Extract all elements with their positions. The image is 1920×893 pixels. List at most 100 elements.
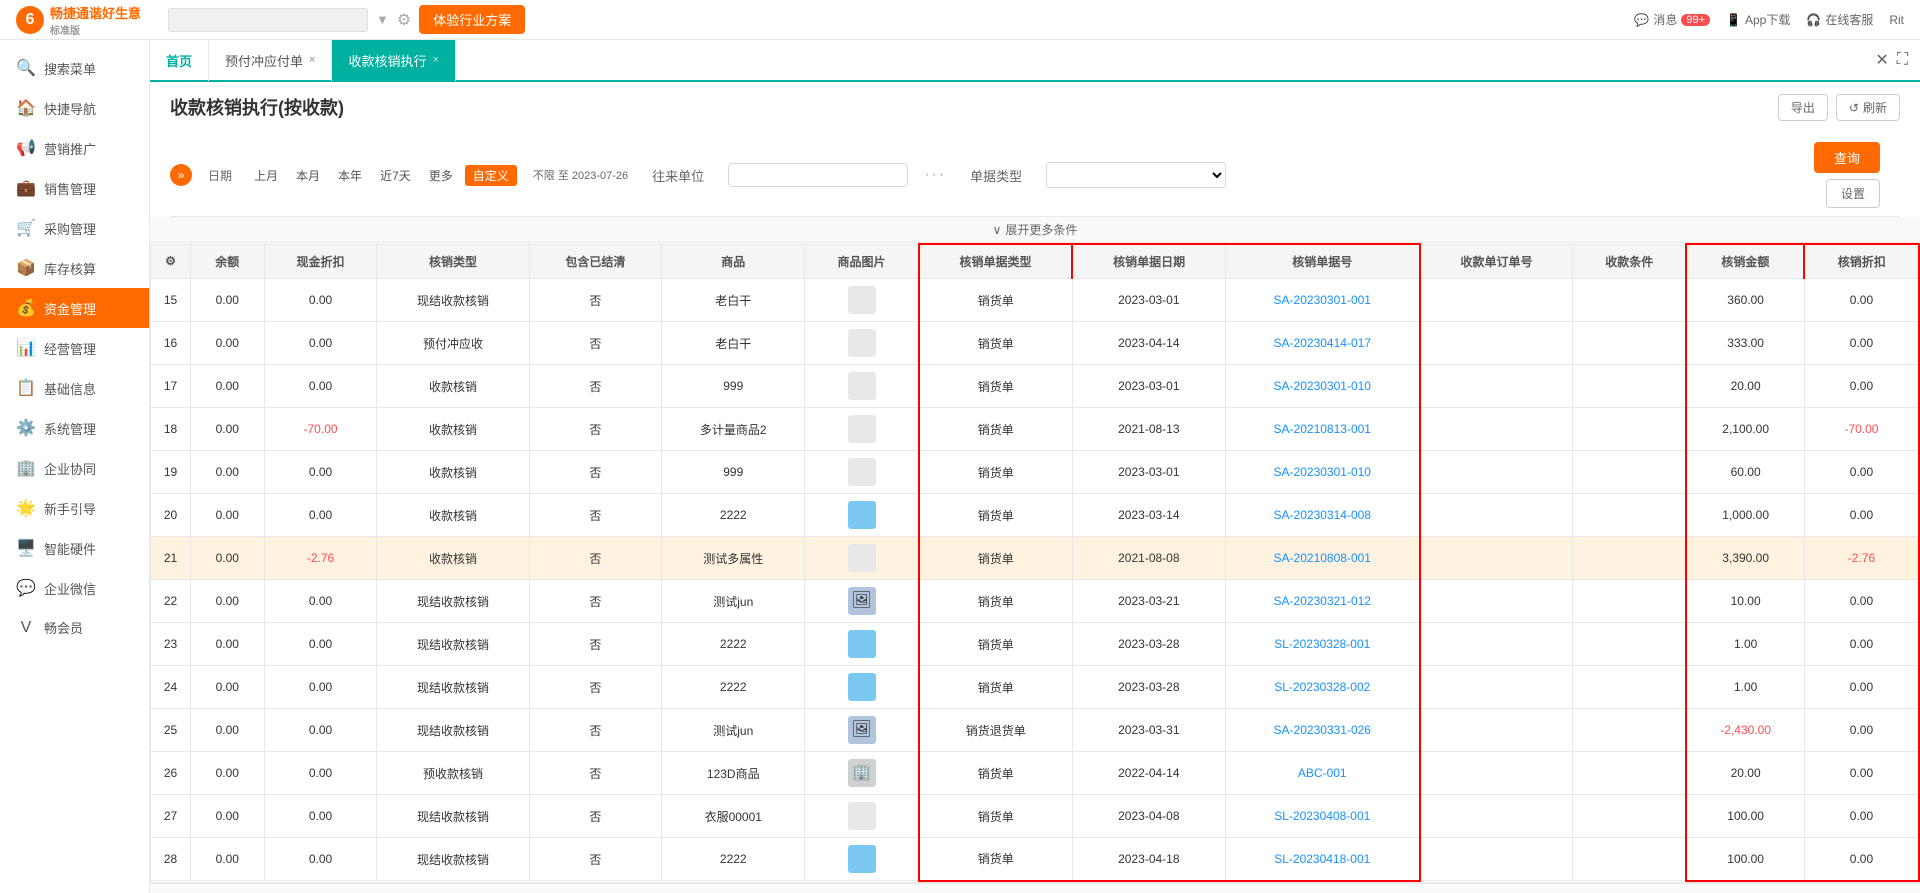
wo-no-link[interactable]: SA-20230301-010: [1274, 379, 1371, 393]
cell-wo-no[interactable]: SA-20230314-008: [1225, 494, 1419, 537]
wo-no-link[interactable]: SA-20230321-012: [1274, 594, 1371, 608]
counterpart-input[interactable]: [728, 163, 908, 187]
cell-wo-no[interactable]: SA-20230301-010: [1225, 451, 1419, 494]
building-icon: 🏢: [16, 458, 36, 478]
wo-no-link[interactable]: SA-20230301-010: [1274, 465, 1371, 479]
tab-home[interactable]: 首页: [150, 40, 209, 81]
headset-icon: 🎧: [1806, 13, 1821, 27]
wo-no-link[interactable]: SL-20230328-001: [1274, 637, 1370, 651]
date-this-year-btn[interactable]: 本年: [332, 165, 368, 186]
cell-wo-no[interactable]: SA-20230301-010: [1225, 365, 1419, 408]
sidebar-item-quick-nav[interactable]: 🏠 快捷导航: [0, 88, 149, 128]
cell-wo-discount: 0.00: [1804, 279, 1919, 322]
online-service-btn[interactable]: 🎧 在线客服: [1806, 11, 1873, 28]
wo-no-link[interactable]: SL-20230408-001: [1274, 809, 1370, 823]
cell-write-off-type: 预收款核销: [377, 752, 529, 795]
sidebar-item-base-info[interactable]: 📋 基础信息: [0, 368, 149, 408]
cell-no: 27: [151, 795, 191, 838]
tab-receivable-close[interactable]: ×: [432, 54, 438, 66]
cell-cash-discount: 0.00: [264, 451, 377, 494]
cell-wo-no[interactable]: SA-20230331-026: [1225, 709, 1419, 752]
sidebar-item-sales[interactable]: 💼 销售管理: [0, 168, 149, 208]
cell-wo-no[interactable]: SA-20210813-001: [1225, 408, 1419, 451]
cell-wo-no[interactable]: SA-20230321-012: [1225, 580, 1419, 623]
solution-btn[interactable]: 体验行业方案: [419, 5, 525, 34]
wo-no-link[interactable]: SA-20210813-001: [1274, 422, 1371, 436]
refresh-btn[interactable]: ↺ 刷新: [1836, 94, 1900, 121]
cell-receipt-cond: [1573, 365, 1687, 408]
cell-wo-no[interactable]: SA-20230301-001: [1225, 279, 1419, 322]
top-bar-right: 💬 消息 99+ 📱 App下载 🎧 在线客服 Rit: [1634, 11, 1904, 28]
cell-wo-no[interactable]: SA-20230414-017: [1225, 322, 1419, 365]
cell-receipt-order-no: [1420, 279, 1573, 322]
wo-no-link[interactable]: ABC-001: [1298, 766, 1347, 780]
cell-wo-no[interactable]: SL-20230328-001: [1225, 623, 1419, 666]
refresh-icon: ↺: [1849, 101, 1859, 115]
wo-no-link[interactable]: SA-20230301-001: [1274, 293, 1371, 307]
cell-wo-no[interactable]: ABC-001: [1225, 752, 1419, 795]
th-wo-discount: 核销折扣: [1804, 244, 1919, 279]
filter-expand-btn[interactable]: »: [170, 164, 192, 186]
dropdown-arrow[interactable]: ▼: [376, 12, 389, 27]
cell-product-img: [805, 838, 919, 881]
sidebar-item-purchase[interactable]: 🛒 采购管理: [0, 208, 149, 248]
setting-btn[interactable]: 设置: [1826, 179, 1880, 208]
cell-balance: 0.00: [191, 752, 265, 795]
th-settings[interactable]: ⚙: [151, 244, 191, 279]
wo-no-link[interactable]: SA-20230414-017: [1274, 336, 1371, 350]
cell-wo-date: 2021-08-13: [1072, 408, 1225, 451]
sidebar-item-marketing[interactable]: 📢 营销推广: [0, 128, 149, 168]
sidebar-item-inventory[interactable]: 📦 库存核算: [0, 248, 149, 288]
sidebar-item-enterprise[interactable]: 🏢 企业协同: [0, 448, 149, 488]
expand-more-btn[interactable]: ∨ 展开更多条件: [993, 221, 1078, 238]
tab-close-window-btn[interactable]: ✕: [1875, 50, 1888, 70]
tab-prepaid[interactable]: 预付冲应付单 ×: [209, 40, 332, 81]
sidebar-label: 快捷导航: [44, 99, 96, 118]
wo-no-link[interactable]: SA-20230314-008: [1274, 508, 1371, 522]
date-last-month-btn[interactable]: 上月: [248, 165, 284, 186]
date-more-btn[interactable]: 更多: [423, 165, 459, 186]
sidebar-item-system[interactable]: ⚙️ 系统管理: [0, 408, 149, 448]
query-btn[interactable]: 查询: [1814, 142, 1880, 173]
message-btn[interactable]: 💬 消息 99+: [1634, 11, 1710, 28]
user-avatar[interactable]: Rit: [1889, 13, 1904, 27]
sidebar-item-hardware[interactable]: 🖥️ 智能硬件: [0, 528, 149, 568]
date-7days-btn[interactable]: 近7天: [374, 165, 417, 186]
tab-prepaid-close[interactable]: ×: [309, 54, 315, 66]
cell-wo-no[interactable]: SA-20210808-001: [1225, 537, 1419, 580]
app-download-btn[interactable]: 📱 App下载: [1726, 11, 1790, 28]
top-search-input[interactable]: [168, 8, 368, 32]
cell-wo-date: 2023-04-08: [1072, 795, 1225, 838]
cell-wo-date: 2023-03-01: [1072, 279, 1225, 322]
date-custom-btn[interactable]: 自定义: [465, 165, 517, 186]
wo-no-link[interactable]: SA-20230331-026: [1274, 723, 1371, 737]
sidebar-item-business[interactable]: 📊 经营管理: [0, 328, 149, 368]
cell-include-cleared: 否: [529, 537, 661, 580]
receipt-type-select[interactable]: [1046, 162, 1226, 188]
cell-receipt-cond: [1573, 752, 1687, 795]
cell-wo-no[interactable]: SL-20230328-002: [1225, 666, 1419, 709]
cell-wo-no[interactable]: SL-20230418-001: [1225, 838, 1419, 881]
page-title: 收款核销执行(按收款): [170, 94, 1900, 120]
cell-wo-bill-type: 销货单: [919, 451, 1073, 494]
tab-maximize-btn[interactable]: ⛶: [1897, 51, 1908, 69]
cell-wo-no[interactable]: SL-20230408-001: [1225, 795, 1419, 838]
wo-no-link[interactable]: SL-20230328-002: [1274, 680, 1370, 694]
tab-receivable[interactable]: 收款核销执行 ×: [332, 40, 455, 81]
date-this-month-btn[interactable]: 本月: [290, 165, 326, 186]
wo-no-link[interactable]: SL-20230418-001: [1274, 852, 1370, 866]
wo-no-link[interactable]: SA-20210808-001: [1274, 551, 1371, 565]
cell-wo-discount: -70.00: [1804, 408, 1919, 451]
settings-icon[interactable]: ⚙: [397, 10, 411, 30]
sidebar-item-finance[interactable]: 💰 资金管理: [0, 288, 149, 328]
table-row: 28 0.00 0.00 现结收款核销 否 2222 销货单 2023-04-1…: [151, 838, 1920, 881]
cell-wo-discount: 0.00: [1804, 451, 1919, 494]
table-container[interactable]: ⚙ 余额 现金折扣 核销类型 包含已结清 商品 商品图片 核销单据类型 核销单据…: [150, 243, 1920, 893]
sidebar-item-guide[interactable]: 🌟 新手引导: [0, 488, 149, 528]
cell-wo-discount: 0.00: [1804, 709, 1919, 752]
sidebar-item-wechat[interactable]: 💬 企业微信: [0, 568, 149, 608]
sidebar-item-vip[interactable]: V 畅会员: [0, 608, 149, 647]
export-btn[interactable]: 导出: [1778, 94, 1828, 121]
sidebar-item-search[interactable]: 🔍 搜索菜单: [0, 48, 149, 88]
cell-product: 2222: [662, 494, 805, 537]
